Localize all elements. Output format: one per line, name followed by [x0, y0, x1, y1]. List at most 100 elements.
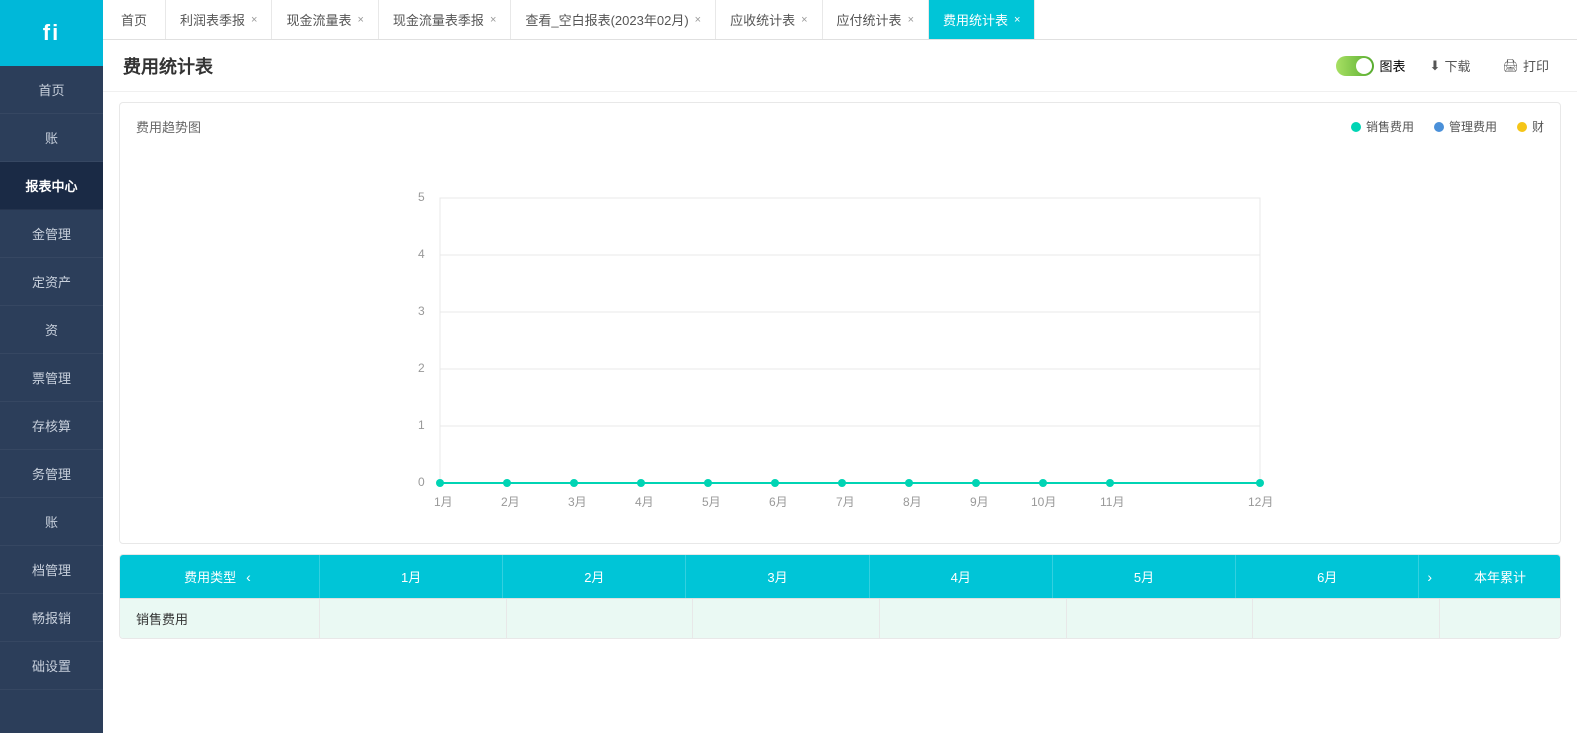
main-content: 首页 利润表季报 × 现金流量表 × 现金流量表季报 × 查看_空白报表(202… — [103, 0, 1577, 733]
sidebar-item-archive-mgmt[interactable]: 档管理 — [0, 546, 103, 594]
sidebar: fi 首页 账 报表中心 金管理 定资产 资 票管理 存核算 务管理 账 档管理… — [0, 0, 103, 733]
table-cell-m1 — [320, 599, 507, 638]
table-header-row: 费用类型 ‹ 1月 2月 3月 4月 5月 6月 › 本年累计 — [120, 555, 1560, 598]
download-icon: ⬇ — [1430, 58, 1441, 74]
tab-expense[interactable]: 费用统计表 × — [929, 0, 1035, 39]
tab-blank[interactable]: 查看_空白报表(2023年02月) × — [511, 0, 716, 39]
close-tab-profit[interactable]: × — [251, 14, 257, 26]
svg-text:5月: 5月 — [702, 495, 721, 509]
svg-text:6月: 6月 — [769, 495, 788, 509]
svg-text:11月: 11月 — [1100, 495, 1124, 509]
svg-text:4: 4 — [418, 247, 425, 261]
chart-header: 费用趋势图 销售费用 管理费用 财 — [136, 117, 1544, 136]
print-label: 打印 — [1523, 56, 1549, 75]
page-container: 费用统计表 图表 ⬇ 下载 🖨 打印 — [103, 40, 1577, 733]
table-header-m1: 1月 — [320, 555, 503, 598]
page-header: 费用统计表 图表 ⬇ 下载 🖨 打印 — [103, 40, 1577, 92]
svg-text:7月: 7月 — [836, 495, 855, 509]
svg-text:9月: 9月 — [970, 495, 989, 509]
sidebar-item-account[interactable]: 账 — [0, 114, 103, 162]
svg-text:1月: 1月 — [434, 495, 453, 509]
svg-text:10月: 10月 — [1031, 495, 1056, 509]
table-cell-total — [1440, 599, 1560, 638]
sidebar-item-inventory[interactable]: 存核算 — [0, 402, 103, 450]
page-content: 费用统计表 图表 ⬇ 下载 🖨 打印 — [103, 40, 1577, 733]
tab-profit[interactable]: 利润表季报 × — [166, 0, 272, 39]
sidebar-item-ticket-mgmt[interactable]: 票管理 — [0, 354, 103, 402]
tab-bar: 首页 利润表季报 × 现金流量表 × 现金流量表季报 × 查看_空白报表(202… — [103, 0, 1577, 40]
expense-table: 费用类型 ‹ 1月 2月 3月 4月 5月 6月 › 本年累计 销售费 — [119, 554, 1561, 639]
svg-text:2: 2 — [418, 361, 425, 375]
svg-text:5: 5 — [418, 190, 425, 204]
legend-dot-finance — [1517, 122, 1527, 132]
sidebar-item-fund-mgmt[interactable]: 金管理 — [0, 210, 103, 258]
sidebar-item-fixed-assets[interactable]: 定资产 — [0, 258, 103, 306]
print-icon: 🖨 — [1502, 58, 1519, 74]
svg-text:0: 0 — [418, 475, 425, 489]
chart-toggle-wrap: 图表 — [1336, 56, 1406, 76]
table-cell-m5 — [1067, 599, 1254, 638]
svg-text:4月: 4月 — [635, 495, 654, 509]
table-header-m6: 6月 — [1236, 555, 1419, 598]
table-cell-type: 销售费用 — [120, 599, 320, 638]
table-header-total: 本年累计 — [1440, 555, 1560, 598]
sidebar-item-home[interactable]: 首页 — [0, 66, 103, 114]
chart-legend: 销售费用 管理费用 财 — [1351, 118, 1544, 135]
close-tab-ap[interactable]: × — [908, 14, 914, 26]
legend-dot-sales — [1351, 122, 1361, 132]
next-arrow[interactable]: › — [1419, 555, 1440, 598]
close-tab-cashflow[interactable]: × — [357, 14, 363, 26]
sidebar-item-service-mgmt[interactable]: 务管理 — [0, 450, 103, 498]
sidebar-item-base-settings[interactable]: 础设置 — [0, 642, 103, 690]
chart-wrapper: 0 1 2 3 4 5 — [136, 146, 1544, 529]
sidebar-logo: fi — [0, 0, 103, 66]
print-button[interactable]: 🖨 打印 — [1494, 52, 1557, 79]
close-tab-expense[interactable]: × — [1014, 14, 1020, 26]
close-tab-ar[interactable]: × — [801, 14, 807, 26]
table-header-m5: 5月 — [1053, 555, 1236, 598]
svg-text:3: 3 — [418, 304, 425, 318]
table-cell-m2 — [507, 599, 694, 638]
sidebar-item-expense[interactable]: 畅报销 — [0, 594, 103, 642]
download-label: 下载 — [1444, 56, 1470, 75]
table-header-type: 费用类型 ‹ — [120, 555, 320, 598]
legend-label-sales: 销售费用 — [1366, 118, 1414, 135]
chart-title: 费用趋势图 — [136, 117, 201, 136]
svg-text:12月: 12月 — [1248, 495, 1273, 509]
chart-toggle[interactable] — [1336, 56, 1374, 76]
tab-cashflow[interactable]: 现金流量表 × — [272, 0, 378, 39]
svg-text:3月: 3月 — [568, 495, 587, 509]
prev-arrow[interactable]: ‹ — [242, 569, 255, 585]
table-header-m3: 3月 — [686, 555, 869, 598]
legend-label-admin: 管理费用 — [1449, 118, 1497, 135]
tab-ar[interactable]: 应收统计表 × — [716, 0, 822, 39]
table-header-m4: 4月 — [870, 555, 1053, 598]
svg-text:2月: 2月 — [501, 495, 520, 509]
table-cell-m4 — [880, 599, 1067, 638]
close-tab-cashflow-q[interactable]: × — [490, 14, 496, 26]
page-title: 费用统计表 — [123, 53, 213, 79]
download-button[interactable]: ⬇ 下载 — [1422, 52, 1479, 79]
type-label: 费用类型 — [184, 567, 236, 586]
legend-label-finance: 财 — [1532, 118, 1544, 135]
header-actions: 图表 ⬇ 下载 🖨 打印 — [1336, 52, 1557, 79]
legend-admin: 管理费用 — [1434, 118, 1497, 135]
toggle-label: 图表 — [1380, 56, 1406, 75]
table-header-m2: 2月 — [503, 555, 686, 598]
tab-ap[interactable]: 应付统计表 × — [823, 0, 929, 39]
tab-cashflow-q[interactable]: 现金流量表季报 × — [379, 0, 511, 39]
tab-home[interactable]: 首页 — [103, 0, 166, 39]
chart-section: 费用趋势图 销售费用 管理费用 财 — [119, 102, 1561, 544]
legend-finance: 财 — [1517, 118, 1544, 135]
sidebar-item-assets[interactable]: 资 — [0, 306, 103, 354]
svg-text:8月: 8月 — [903, 495, 922, 509]
trend-chart: 0 1 2 3 4 5 — [136, 146, 1544, 526]
table-cell-m3 — [693, 599, 880, 638]
close-tab-blank[interactable]: × — [695, 14, 701, 26]
sidebar-item-ledger[interactable]: 账 — [0, 498, 103, 546]
legend-sales: 销售费用 — [1351, 118, 1414, 135]
table-cell-m6 — [1253, 599, 1440, 638]
svg-text:1: 1 — [418, 418, 425, 432]
table-row-sales: 销售费用 — [120, 598, 1560, 638]
sidebar-item-report-center[interactable]: 报表中心 — [0, 162, 103, 210]
